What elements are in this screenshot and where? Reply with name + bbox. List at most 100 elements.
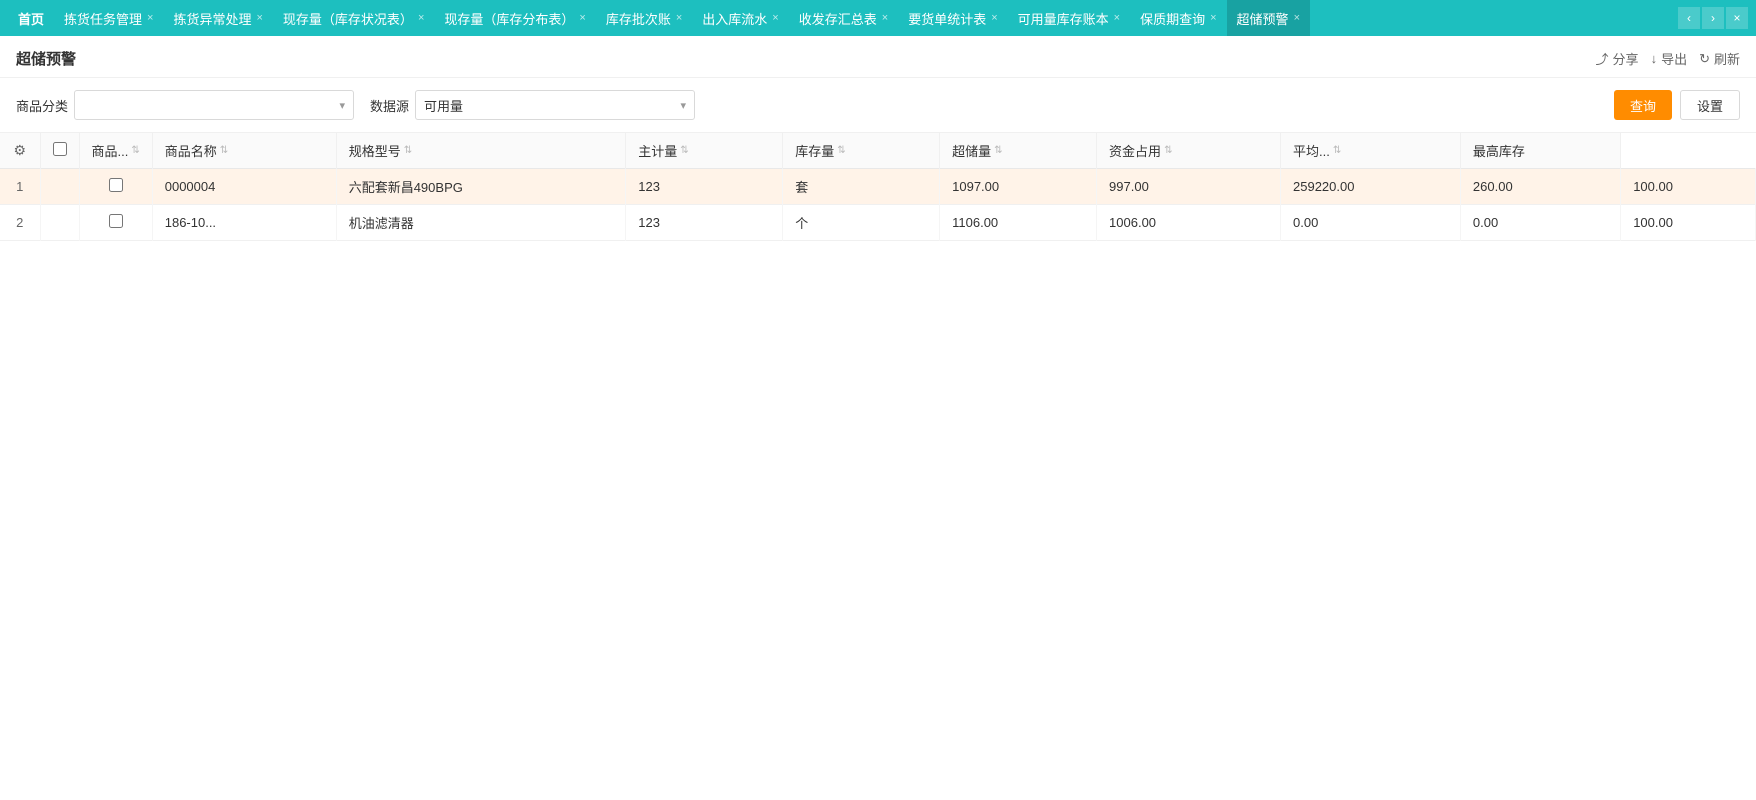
query-button[interactable]: 查询	[1614, 90, 1672, 120]
row-index-0: 1	[0, 169, 40, 205]
data-table: ⚙ 商品... ⇅ 商品名称 ⇅	[0, 133, 1756, 241]
row-select-1[interactable]	[109, 214, 123, 228]
datasource-select[interactable]: 可用量 ▾	[415, 90, 695, 120]
sort-avg-icon: ⇅	[1333, 145, 1341, 156]
datasource-chevron-icon: ▾	[681, 99, 687, 112]
row-product-name-0: 六配套新昌490BPG	[336, 169, 626, 205]
th-capital[interactable]: 资金占用 ⇅	[1097, 133, 1281, 169]
row-settings-0	[40, 169, 79, 205]
nav-expiry[interactable]: 保质期查询 ×	[1130, 0, 1226, 36]
nav-arrows: ‹ › ×	[1678, 7, 1748, 29]
category-label: 商品分类	[16, 96, 68, 115]
filter-bar: 商品分类 ▾ 数据源 可用量 ▾ 查询 设置	[0, 78, 1756, 133]
close-exception[interactable]: ×	[256, 12, 262, 24]
refresh-button[interactable]: ↻ 刷新	[1699, 49, 1740, 68]
table-header-row: ⚙ 商品... ⇅ 商品名称 ⇅	[0, 133, 1756, 169]
row-max-stock-0: 100.00	[1621, 169, 1756, 205]
close-inout-flow[interactable]: ×	[772, 12, 778, 24]
category-chevron-icon: ▾	[339, 99, 345, 112]
datasource-value: 可用量	[424, 96, 463, 115]
th-stock[interactable]: 库存量 ⇅	[783, 133, 940, 169]
sort-stock-icon: ⇅	[837, 145, 845, 156]
filter-actions: 查询 设置	[1614, 90, 1740, 120]
category-select[interactable]: ▾	[74, 90, 354, 120]
close-stock-status[interactable]: ×	[418, 12, 424, 24]
page-title: 超储预警	[16, 48, 76, 69]
table-body: 1 0000004 六配套新昌490BPG 123 套 1097.00 997.…	[0, 169, 1756, 241]
category-filter: 商品分类 ▾	[16, 90, 354, 120]
settings-button[interactable]: 设置	[1680, 90, 1740, 120]
nav-next-button[interactable]: ›	[1702, 7, 1724, 29]
datasource-label: 数据源	[370, 96, 409, 115]
nav-close-button[interactable]: ×	[1726, 7, 1748, 29]
select-all-checkbox[interactable]	[53, 142, 67, 156]
close-expiry[interactable]: ×	[1210, 12, 1216, 24]
top-navigation: 首页 拣货任务管理 × 拣货异常处理 × 现存量（库存状况表） × 现存量（库存…	[0, 0, 1756, 36]
nav-available-stock[interactable]: 可用量库存账本 ×	[1008, 0, 1130, 36]
share-icon: ⤴	[1596, 49, 1609, 68]
th-product-name[interactable]: 商品名称 ⇅	[152, 133, 336, 169]
th-avg[interactable]: 平均... ⇅	[1281, 133, 1461, 169]
row-capital-0: 259220.00	[1281, 169, 1461, 205]
row-max-stock-1: 100.00	[1621, 205, 1756, 241]
nav-home[interactable]: 首页	[8, 0, 54, 36]
sort-product-code-icon: ⇅	[131, 145, 139, 156]
page-header: 超储预警 ⤴ 分享 ↓ 导出 ↻ 刷新	[0, 36, 1756, 78]
refresh-icon: ↻	[1699, 51, 1710, 67]
row-capital-1: 0.00	[1281, 205, 1461, 241]
row-avg-1: 0.00	[1460, 205, 1620, 241]
th-overstock[interactable]: 超储量 ⇅	[940, 133, 1097, 169]
settings-gear-icon[interactable]: ⚙	[13, 142, 26, 158]
row-overstock-1: 1006.00	[1097, 205, 1281, 241]
sort-product-name-icon: ⇅	[220, 145, 228, 156]
header-actions: ⤴ 分享 ↓ 导出 ↻ 刷新	[1596, 49, 1740, 68]
nav-task-mgmt[interactable]: 拣货任务管理 ×	[54, 0, 163, 36]
nav-stock-status[interactable]: 现存量（库存状况表） ×	[273, 0, 434, 36]
th-spec[interactable]: 规格型号 ⇅	[336, 133, 626, 169]
close-stock-dist[interactable]: ×	[579, 12, 585, 24]
th-product-code[interactable]: 商品... ⇅	[79, 133, 152, 169]
row-avg-0: 260.00	[1460, 169, 1620, 205]
nav-exception[interactable]: 拣货异常处理 ×	[163, 0, 272, 36]
nav-summary[interactable]: 收发存汇总表 ×	[789, 0, 898, 36]
page-content: 超储预警 ⤴ 分享 ↓ 导出 ↻ 刷新 商品分类 ▾ 数据源	[0, 36, 1756, 800]
close-order-stats[interactable]: ×	[991, 12, 997, 24]
export-button[interactable]: ↓ 导出	[1651, 49, 1688, 68]
nav-inout-flow[interactable]: 出入库流水 ×	[692, 0, 788, 36]
row-stock-0: 1097.00	[940, 169, 1097, 205]
row-product-code-1: 186-10...	[152, 205, 336, 241]
close-batch-account[interactable]: ×	[676, 12, 682, 24]
th-settings[interactable]: ⚙	[0, 133, 40, 169]
row-unit-1: 个	[783, 205, 940, 241]
table-row: 1 0000004 六配套新昌490BPG 123 套 1097.00 997.…	[0, 169, 1756, 205]
export-icon: ↓	[1651, 51, 1658, 66]
row-index-1: 2	[0, 205, 40, 241]
row-stock-1: 1106.00	[940, 205, 1097, 241]
close-task-mgmt[interactable]: ×	[147, 12, 153, 24]
row-select-0[interactable]	[109, 178, 123, 192]
row-product-code-0: 0000004	[152, 169, 336, 205]
close-available-stock[interactable]: ×	[1114, 12, 1120, 24]
th-unit[interactable]: 主计量 ⇅	[626, 133, 783, 169]
table-container: ⚙ 商品... ⇅ 商品名称 ⇅	[0, 133, 1756, 241]
nav-overstock[interactable]: 超储预警 ×	[1227, 0, 1310, 36]
sort-unit-icon: ⇅	[680, 145, 688, 156]
row-overstock-0: 997.00	[1097, 169, 1281, 205]
row-settings-1	[40, 205, 79, 241]
row-product-name-1: 机油滤清器	[336, 205, 626, 241]
row-checkbox-0[interactable]	[79, 169, 152, 205]
row-spec-1: 123	[626, 205, 783, 241]
row-checkbox-1[interactable]	[79, 205, 152, 241]
table-row: 2 186-10... 机油滤清器 123 个 1106.00 1006.00 …	[0, 205, 1756, 241]
close-overstock[interactable]: ×	[1294, 12, 1300, 24]
nav-batch-account[interactable]: 库存批次账 ×	[596, 0, 692, 36]
sort-capital-icon: ⇅	[1164, 145, 1172, 156]
th-max-stock[interactable]: 最高库存	[1460, 133, 1620, 169]
share-button[interactable]: ⤴ 分享	[1596, 49, 1639, 68]
sort-overstock-icon: ⇅	[994, 145, 1002, 156]
nav-order-stats[interactable]: 要货单统计表 ×	[898, 0, 1007, 36]
nav-stock-dist[interactable]: 现存量（库存分布表） ×	[434, 0, 595, 36]
nav-prev-button[interactable]: ‹	[1678, 7, 1700, 29]
close-summary[interactable]: ×	[882, 12, 888, 24]
th-checkbox	[40, 133, 79, 169]
